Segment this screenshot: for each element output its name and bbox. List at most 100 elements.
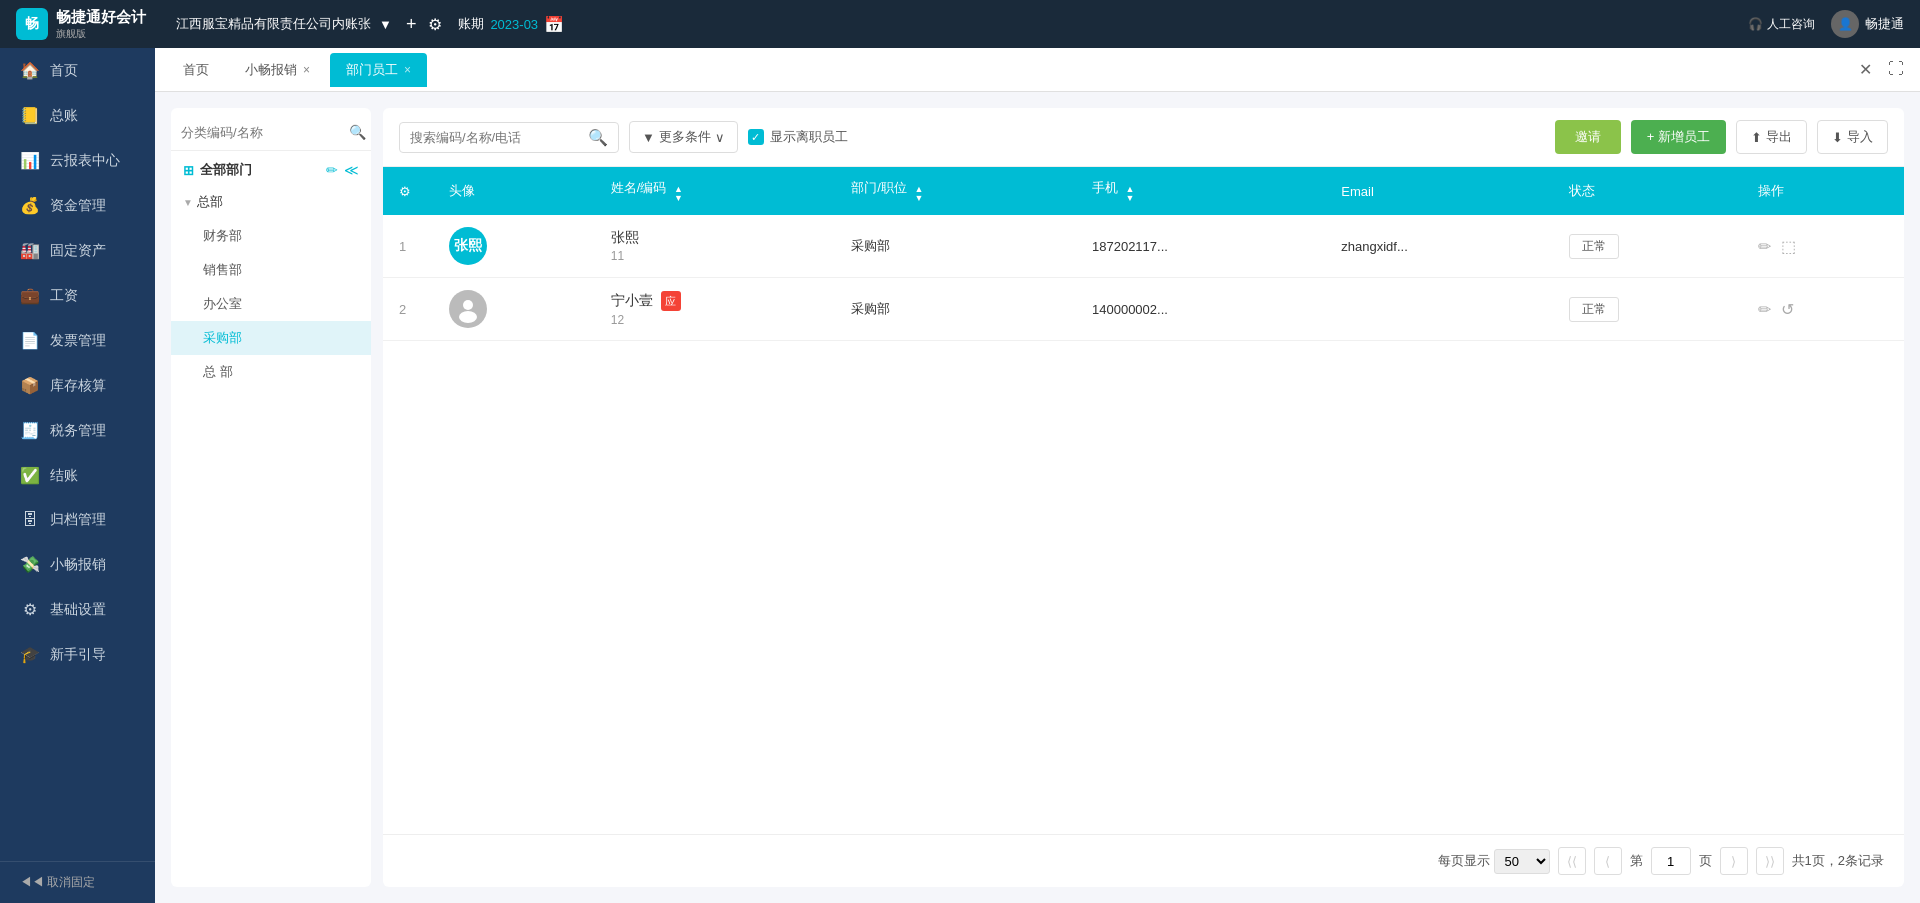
expense-icon: 💸 [20,555,40,574]
tab-expense-close[interactable]: × [303,63,310,77]
close-tab-button[interactable]: ✕ [1855,56,1876,83]
pagination: 每页显示 50 10 20 100 ⟨⟨ ⟨ 第 页 ⟩ ⟩⟩ [383,834,1904,887]
sidebar-item-label: 归档管理 [50,511,106,529]
settings-button[interactable]: ⚙ [428,15,442,34]
show-resigned-checkbox[interactable]: ✓ 显示离职员工 [748,128,848,146]
row-mobile: 140000002... [1076,278,1325,341]
sidebar-item-label: 云报表中心 [50,152,120,170]
dept-node-office[interactable]: 办公室 [171,287,371,321]
sort-arrows-mobile: ▲▼ [1126,185,1135,203]
sidebar-item-ledger[interactable]: 📒 总账 [0,93,155,138]
sidebar-item-funds[interactable]: 💰 资金管理 [0,183,155,228]
logo-area: 畅 畅捷通好会计 旗舰版 [16,8,166,41]
sidebar-item-label: 基础设置 [50,601,106,619]
sidebar-item-label: 小畅报销 [50,556,106,574]
col-mobile[interactable]: 手机 ▲▼ [1076,167,1325,215]
emp-table: ⚙ 头像 姓名/编码 ▲▼ 部门/职位 ▲▼ [383,167,1904,834]
support-button[interactable]: 🎧 人工咨询 [1748,16,1815,33]
sidebar-item-home[interactable]: 🏠 首页 [0,48,155,93]
tax-icon: 🧾 [20,421,40,440]
sidebar-item-label: 固定资产 [50,242,106,260]
refresh-icon[interactable]: ↺ [1781,300,1794,319]
status-badge: 正常 [1569,234,1619,259]
add-employee-button[interactable]: + 新增员工 [1631,120,1726,154]
sidebar-item-expense[interactable]: 💸 小畅报销 [0,542,155,587]
dept-group-zongbu[interactable]: ▼ 总部 [171,185,371,219]
sidebar-item-label: 税务管理 [50,422,106,440]
main-layout: 🏠 首页 📒 总账 📊 云报表中心 💰 资金管理 🏭 固定资产 💼 工资 📄 发… [0,48,1920,903]
tab-employees[interactable]: 部门员工 × [330,53,427,87]
export-button[interactable]: ⬆ 导出 [1736,120,1807,154]
sidebar-item-archive[interactable]: 🗄 归档管理 [0,498,155,542]
tab-employees-close[interactable]: × [404,63,411,77]
cancel-fixed-button[interactable]: ◀◀ 取消固定 [0,861,155,903]
period-value[interactable]: 2023-03 [490,17,538,32]
next-page-button[interactable]: ⟩ [1720,847,1748,875]
emp-name: 宁小壹 应 [611,291,820,311]
more-filter-button[interactable]: ▼ 更多条件 ∨ [629,121,738,153]
add-button[interactable]: + [402,10,421,39]
tab-expense[interactable]: 小畅报销 × [229,53,326,87]
page-size-select[interactable]: 50 10 20 100 [1494,849,1550,874]
tab-bar: 首页 小畅报销 × 部门员工 × ✕ ⛶ [155,48,1920,92]
import-button[interactable]: ⬇ 导入 [1817,120,1888,154]
sidebar-item-inventory[interactable]: 📦 库存核算 [0,363,155,408]
show-resigned-label: 显示离职员工 [770,128,848,146]
sidebar-item-assets[interactable]: 🏭 固定资产 [0,228,155,273]
all-dept-button[interactable]: ⊞ 全部部门 [183,161,252,179]
first-page-button[interactable]: ⟨⟨ [1558,847,1586,875]
invite-button[interactable]: 邀请 [1555,120,1621,154]
import-icon: ⬇ [1832,130,1843,145]
logout-icon[interactable]: ⬚ [1781,237,1796,256]
headset-icon: 🎧 [1748,17,1763,31]
sidebar-item-salary[interactable]: 💼 工资 [0,273,155,318]
dept-search-input[interactable] [181,125,349,140]
sidebar-item-guide[interactable]: 🎓 新手引导 [0,632,155,677]
last-page-button[interactable]: ⟩⟩ [1756,847,1784,875]
emp-code: 12 [611,313,820,327]
calendar-icon[interactable]: 📅 [544,15,564,34]
table-header-row: ⚙ 头像 姓名/编码 ▲▼ 部门/职位 ▲▼ [383,167,1904,215]
avatar: 👤 [1831,10,1859,38]
dept-search-icon[interactable]: 🔍 [349,124,366,140]
dept-collapse-button[interactable]: ≪ [344,162,359,178]
prev-page-button[interactable]: ⟨ [1594,847,1622,875]
company-selector[interactable]: 江西服宝精品有限责任公司内账张 ▼ [166,11,402,37]
sidebar-item-label: 新手引导 [50,646,106,664]
page-number-input[interactable] [1651,847,1691,875]
dept-edit-button[interactable]: ✏ [326,162,338,178]
dept-action-buttons: ✏ ≪ [326,162,359,178]
assets-icon: 🏭 [20,241,40,260]
col-settings[interactable]: ⚙ [383,167,433,215]
dept-node-sales[interactable]: 销售部 [171,253,371,287]
row-actions: ✏ ↺ [1742,278,1904,341]
sidebar-item-close[interactable]: ✅ 结账 [0,453,155,498]
sidebar-item-invoice[interactable]: 📄 发票管理 [0,318,155,363]
dept-node-finance[interactable]: 财务部 [171,219,371,253]
maximize-tab-button[interactable]: ⛶ [1884,56,1908,83]
row-mobile: 187202117... [1076,215,1325,278]
reports-icon: 📊 [20,151,40,170]
edit-icon[interactable]: ✏ [1758,300,1771,319]
ledger-icon: 📒 [20,106,40,125]
user-area[interactable]: 👤 畅捷通 [1831,10,1904,38]
col-dept-position[interactable]: 部门/职位 ▲▼ [835,167,1076,215]
edit-icon[interactable]: ✏ [1758,237,1771,256]
tab-home-label: 首页 [183,61,209,79]
sidebar-item-settings[interactable]: ⚙ 基础设置 [0,587,155,632]
emp-code: 11 [611,249,820,263]
row-number: 2 [399,302,406,317]
search-icon[interactable]: 🔍 [588,128,608,147]
sidebar-item-tax[interactable]: 🧾 税务管理 [0,408,155,453]
logo-icon: 畅 [16,8,48,40]
dept-node-purchasing[interactable]: 采购部 [171,321,371,355]
col-email: Email [1325,167,1553,215]
sidebar-item-reports[interactable]: 📊 云报表中心 [0,138,155,183]
svg-point-1 [459,311,477,323]
row-actions: ✏ ⬚ [1742,215,1904,278]
col-name-code[interactable]: 姓名/编码 ▲▼ [595,167,836,215]
search-input[interactable] [410,130,582,145]
tab-home[interactable]: 首页 [167,53,225,87]
dept-node-headquarters[interactable]: 总 部 [171,355,371,389]
row-email: zhangxidf... [1325,215,1553,278]
